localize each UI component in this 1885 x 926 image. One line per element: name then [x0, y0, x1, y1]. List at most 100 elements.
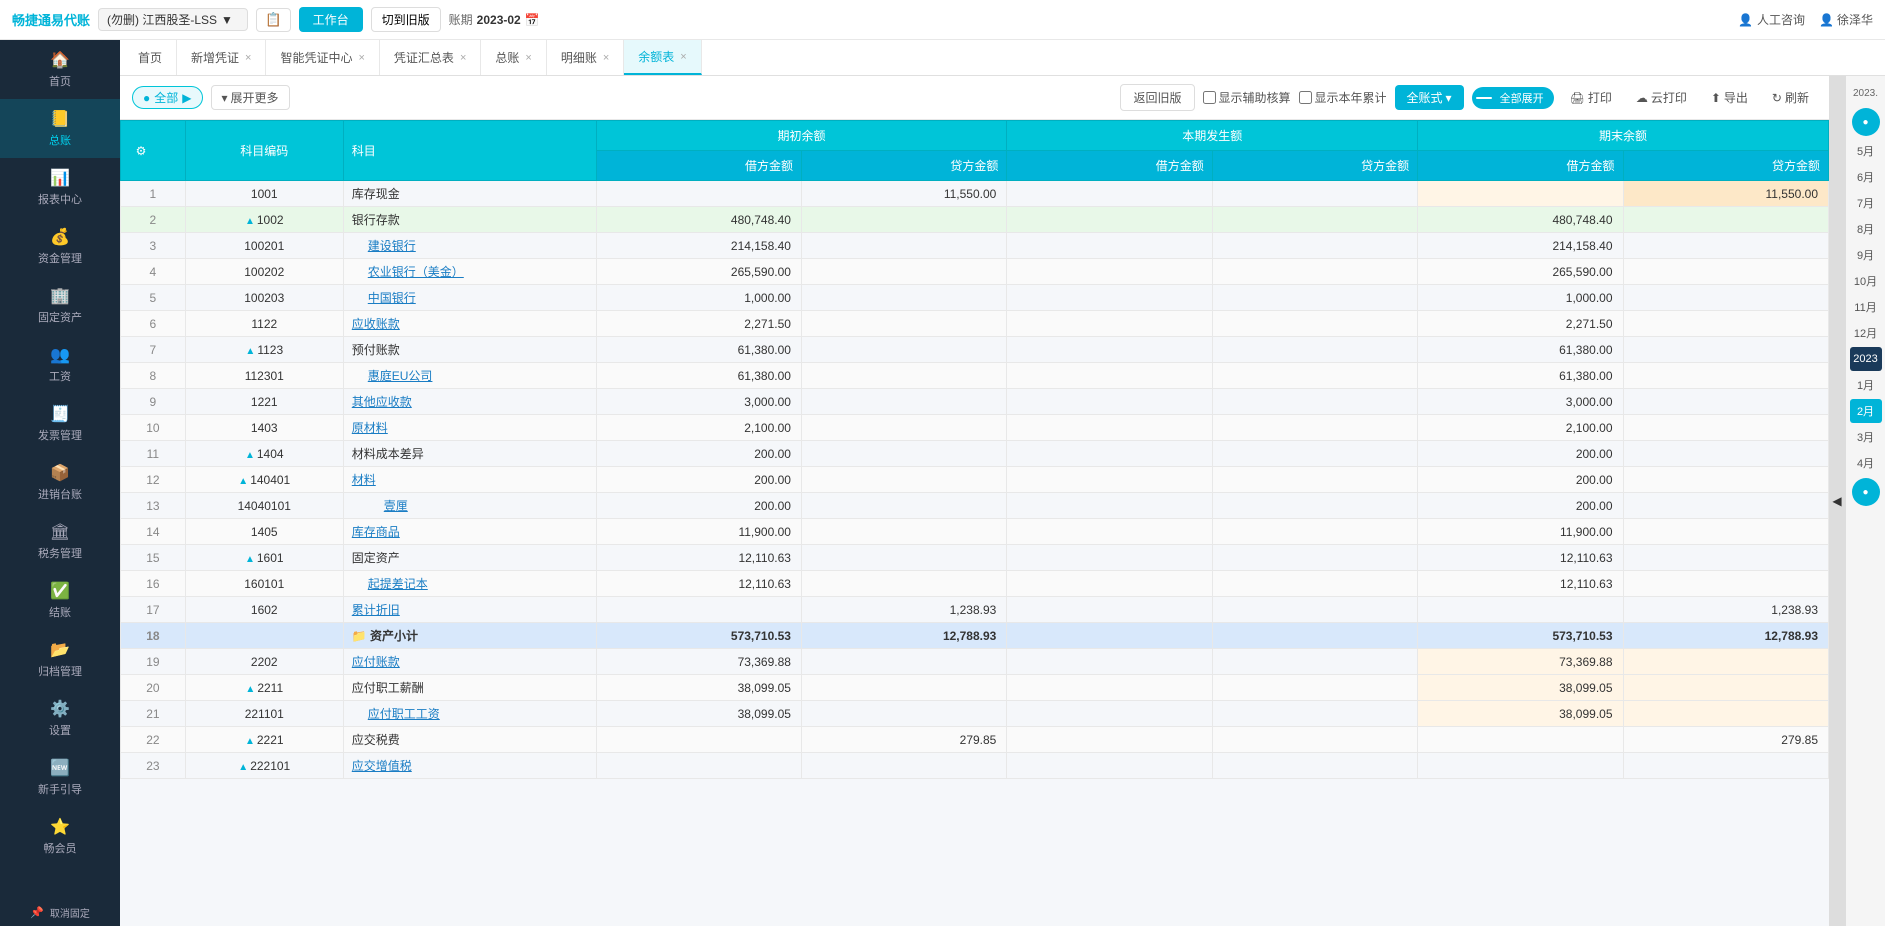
row-subject[interactable]: 建设银行	[343, 233, 596, 259]
switch-old-button[interactable]: 切到旧版	[371, 7, 441, 32]
row-subject[interactable]: 应付职工工资	[343, 701, 596, 727]
month-2-active[interactable]: 2月	[1850, 399, 1882, 423]
sidebar-item-invoice[interactable]: 🧾 发票管理	[0, 394, 120, 453]
month-4[interactable]: 4月	[1850, 451, 1882, 475]
row-amount	[1623, 701, 1828, 727]
table-row: 3100201建设银行214,158.40214,158.40	[121, 233, 1829, 259]
tab-close-smart-voucher[interactable]: ×	[358, 52, 364, 64]
row-code: ▲1601	[185, 545, 343, 571]
row-amount	[1007, 311, 1212, 337]
sidebar-item-archive[interactable]: 📂 归档管理	[0, 630, 120, 689]
toolbar: ● 全部 ▶ ▾ 展开更多 返回旧版 显示辅助核算	[120, 76, 1829, 120]
row-amount	[1212, 181, 1417, 207]
salary-icon: 👥	[50, 345, 70, 365]
filter-all-button[interactable]: ● 全部 ▶	[132, 86, 203, 109]
show-auxiliary-checkbox[interactable]: 显示辅助核算	[1203, 89, 1291, 106]
tab-new-voucher[interactable]: 新增凭证 ×	[177, 40, 266, 75]
settings-gear-icon[interactable]: ⚙	[129, 139, 153, 163]
row-subject[interactable]: 应付账款	[343, 649, 596, 675]
sidebar-item-capital[interactable]: 💰 资金管理	[0, 217, 120, 276]
workbench-button[interactable]: 工作台	[299, 7, 363, 32]
month-1[interactable]: 1月	[1850, 373, 1882, 397]
row-amount: 38,099.05	[1418, 675, 1623, 701]
row-amount	[596, 597, 801, 623]
row-subject[interactable]: 惠庭EU公司	[343, 363, 596, 389]
tab-home[interactable]: 首页	[124, 40, 177, 75]
month-10[interactable]: 10月	[1850, 269, 1882, 293]
sidebar-bottom: 📌 取消固定	[0, 899, 120, 926]
circle-indicator-top[interactable]: ●	[1852, 108, 1880, 136]
tab-balance[interactable]: 余额表 ×	[624, 40, 701, 75]
sidebar-item-tax[interactable]: 🏛 税务管理	[0, 512, 120, 571]
month-3[interactable]: 3月	[1850, 425, 1882, 449]
row-subject[interactable]: 其他应收款	[343, 389, 596, 415]
print-button[interactable]: 🖨 打印	[1562, 86, 1620, 109]
year-2023-label[interactable]: 2023	[1850, 347, 1882, 371]
expand-more-button[interactable]: ▾ 展开更多	[211, 85, 290, 110]
calendar-icon[interactable]: 📅	[525, 13, 540, 27]
filter-circle-icon: ●	[143, 91, 150, 105]
row-subject[interactable]: 累计折旧	[343, 597, 596, 623]
tab-close-detail[interactable]: ×	[603, 52, 609, 64]
sidebar-item-assets[interactable]: 🏢 固定资产	[0, 276, 120, 335]
row-subject[interactable]: 中国银行	[343, 285, 596, 311]
sidebar-item-salary[interactable]: 👥 工资	[0, 335, 120, 394]
row-amount	[801, 571, 1006, 597]
month-7[interactable]: 7月	[1850, 191, 1882, 215]
show-ytd-checkbox[interactable]: 显示本年累计	[1299, 89, 1387, 106]
sidebar-item-report[interactable]: 📊 报表中心	[0, 158, 120, 217]
customer-service[interactable]: 👤 人工咨询	[1738, 11, 1805, 28]
month-11[interactable]: 11月	[1850, 295, 1882, 319]
row-subject[interactable]: 壹厘	[343, 493, 596, 519]
row-amount	[1212, 441, 1417, 467]
tab-close-voucher-summary[interactable]: ×	[460, 52, 466, 64]
tab-detail[interactable]: 明细账 ×	[547, 40, 624, 75]
sidebar-item-cancel-fixed[interactable]: 📌 取消固定	[0, 899, 120, 926]
user-menu[interactable]: 👤 徐泽华	[1819, 11, 1873, 28]
tab-close-new-voucher[interactable]: ×	[245, 52, 251, 64]
tab-close-balance[interactable]: ×	[680, 51, 686, 63]
refresh-button[interactable]: ↻ 刷新	[1764, 86, 1817, 109]
row-subject[interactable]: 应收账款	[343, 311, 596, 337]
sidebar-item-home[interactable]: 🏠 首页	[0, 40, 120, 99]
panel-toggle[interactable]: ◀	[1829, 76, 1845, 926]
month-9[interactable]: 9月	[1850, 243, 1882, 267]
sidebar-item-purchase[interactable]: 📦 进销台账	[0, 453, 120, 512]
company-selector[interactable]: (勿删) 江西股圣-LSS ▼	[98, 8, 248, 31]
month-6[interactable]: 6月	[1850, 165, 1882, 189]
row-amount	[1623, 207, 1828, 233]
tab-voucher-summary[interactable]: 凭证汇总表 ×	[380, 40, 481, 75]
sidebar-item-member[interactable]: ⭐ 畅会员	[0, 807, 120, 866]
table-header-settings[interactable]: ⚙	[121, 121, 186, 181]
export-button[interactable]: ⬆ 导出	[1703, 86, 1756, 109]
sidebar-item-checkout[interactable]: ✅ 结账	[0, 571, 120, 630]
row-number: 3	[121, 233, 186, 259]
row-code: 160101	[185, 571, 343, 597]
expand-all-toggle[interactable]: 全部展开	[1472, 87, 1554, 109]
circle-indicator-bottom[interactable]: ●	[1852, 478, 1880, 506]
month-5[interactable]: 5月	[1850, 139, 1882, 163]
return-old-button[interactable]: 返回旧版	[1120, 84, 1194, 111]
tab-ledger[interactable]: 总账 ×	[481, 40, 546, 75]
row-subject[interactable]: 材料	[343, 467, 596, 493]
toggle-inner-button[interactable]	[1476, 97, 1492, 99]
sidebar-item-settings[interactable]: ⚙️ 设置	[0, 689, 120, 748]
row-subject[interactable]: 应交增值税	[343, 753, 596, 779]
month-12[interactable]: 12月	[1850, 321, 1882, 345]
table-row: 1314040101壹厘200.00200.00	[121, 493, 1829, 519]
sidebar-item-ledger[interactable]: 📒 总账	[0, 99, 120, 158]
cloud-print-button[interactable]: ☁ 云打印	[1628, 86, 1695, 109]
full-style-button[interactable]: 全账式 ▾	[1395, 85, 1464, 110]
row-subject[interactable]: 库存商品	[343, 519, 596, 545]
row-amount: 12,110.63	[1418, 571, 1623, 597]
row-amount	[1212, 675, 1417, 701]
row-subject[interactable]: 农业银行（美金）	[343, 259, 596, 285]
tab-close-ledger[interactable]: ×	[525, 52, 531, 64]
purchase-icon: 📦	[50, 463, 70, 483]
row-subject[interactable]: 原材料	[343, 415, 596, 441]
tab-smart-voucher[interactable]: 智能凭证中心 ×	[266, 40, 379, 75]
row-subject[interactable]: 起提差记本	[343, 571, 596, 597]
archive-button[interactable]: 📋	[256, 8, 291, 32]
month-8[interactable]: 8月	[1850, 217, 1882, 241]
sidebar-item-guide[interactable]: 🆕 新手引导	[0, 748, 120, 807]
